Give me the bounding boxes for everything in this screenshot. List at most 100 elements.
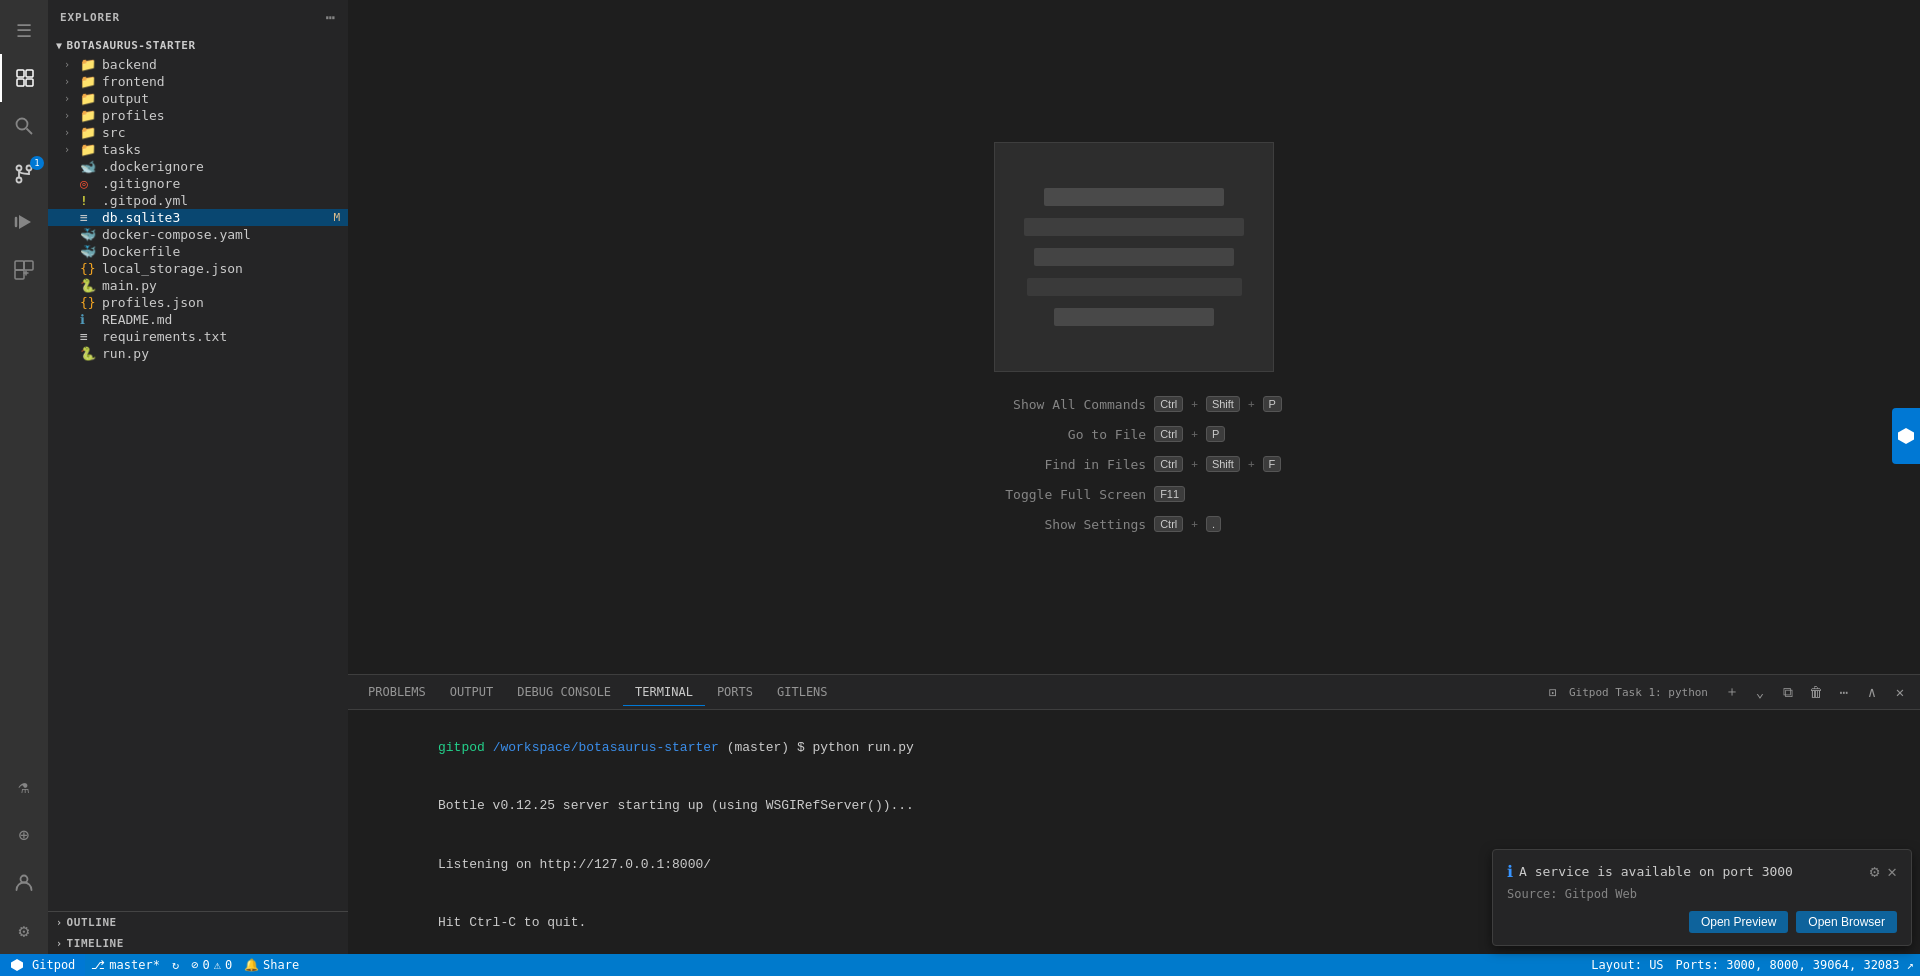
kbd-ctrl-1: Ctrl (1154, 396, 1183, 412)
kbd-shift-2: Shift (1206, 456, 1240, 472)
tab-ports[interactable]: PORTS (705, 679, 765, 706)
git-branch-icon: ⎇ (91, 958, 105, 972)
file-requirements[interactable]: › ≡ requirements.txt (48, 328, 348, 345)
remote-icon[interactable]: ⊕ (0, 810, 48, 858)
editor-area: Show All Commands Ctrl + Shift + P Go to… (348, 0, 1920, 954)
share-icon: 🔔 (244, 958, 259, 972)
sidebar-section-outline[interactable]: › OUTLINE (48, 912, 348, 933)
status-sync[interactable]: ↻ (166, 954, 185, 976)
command-show-settings: Show Settings Ctrl + . (986, 516, 1221, 532)
folder-profiles[interactable]: › 📁 profiles (48, 107, 348, 124)
sidebar-section-timeline[interactable]: › TIMELINE (48, 933, 348, 954)
toggle-fullscreen-label: Toggle Full Screen (986, 487, 1146, 502)
extensions-icon[interactable] (0, 246, 48, 294)
svg-rect-1 (26, 70, 33, 77)
explorer-icon[interactable] (0, 54, 48, 102)
tab-problems[interactable]: PROBLEMS (356, 679, 438, 706)
terminal-split-icon: ⊡ (1549, 685, 1557, 700)
show-settings-label: Show Settings (986, 517, 1146, 532)
svg-rect-2 (17, 79, 24, 86)
command-go-to-file: Go to File Ctrl + P (986, 426, 1225, 442)
command-show-all: Show All Commands Ctrl + Shift + P (986, 396, 1282, 412)
notification-settings-icon[interactable]: ⚙ (1870, 862, 1880, 881)
svg-rect-12 (24, 261, 33, 270)
command-toggle-fullscreen: Toggle Full Screen F11 (986, 486, 1185, 502)
notification-close-btn[interactable]: ✕ (1887, 862, 1897, 881)
kbd-f: F (1263, 456, 1282, 472)
status-ports[interactable]: Ports: 3000, 8000, 39064, 32083 ↗ (1670, 954, 1920, 976)
terminal-dropdown-btn[interactable]: ⌄ (1748, 680, 1772, 704)
kbd-dot: . (1206, 516, 1221, 532)
kbd-f11: F11 (1154, 486, 1185, 502)
file-dockerfile[interactable]: › 🐳 Dockerfile (48, 243, 348, 260)
status-share[interactable]: 🔔 Share (238, 954, 305, 976)
open-preview-btn[interactable]: Open Preview (1689, 911, 1788, 933)
status-ports-label: Ports: 3000, 8000, 39064, 32083 ↗ (1676, 958, 1914, 972)
welcome-image (994, 142, 1274, 372)
svg-marker-17 (1898, 428, 1914, 444)
svg-rect-3 (26, 79, 33, 86)
terminal-line-prompt: gitpod /workspace/botasaurus-starter (ma… (360, 718, 1908, 777)
status-git-branch[interactable]: ⎇ master* (85, 954, 166, 976)
tab-terminal[interactable]: TERMINAL (623, 679, 705, 706)
info-icon: ℹ (1507, 862, 1513, 881)
tab-gitlens[interactable]: GITLENS (765, 679, 840, 706)
run-debug-icon[interactable] (0, 198, 48, 246)
file-gitignore[interactable]: › ◎ .gitignore (48, 175, 348, 192)
file-local-storage-json[interactable]: › {} local_storage.json (48, 260, 348, 277)
gitpod-side-badge[interactable] (1892, 408, 1920, 464)
split-terminal-btn[interactable]: ⧉ (1776, 680, 1800, 704)
file-main-py[interactable]: › 🐍 main.py (48, 277, 348, 294)
activity-bar: ☰ 1 (0, 0, 48, 954)
sync-icon: ↻ (172, 958, 179, 972)
source-control-icon[interactable]: 1 (0, 150, 48, 198)
account-icon[interactable] (0, 858, 48, 906)
folder-backend[interactable]: › 📁 backend (48, 56, 348, 73)
kbd-shift-1: Shift (1206, 396, 1240, 412)
more-actions-btn[interactable]: ⋯ (1832, 680, 1856, 704)
sidebar-bottom: › OUTLINE › TIMELINE (48, 911, 348, 954)
file-run-py[interactable]: › 🐍 run.py (48, 345, 348, 362)
kbd-p-1: P (1263, 396, 1282, 412)
maximize-panel-btn[interactable]: ∧ (1860, 680, 1884, 704)
menu-icon[interactable]: ☰ (0, 6, 48, 54)
svg-marker-16 (11, 959, 23, 971)
kbd-ctrl-4: Ctrl (1154, 516, 1183, 532)
svg-point-4 (17, 119, 28, 130)
editor-content: Show All Commands Ctrl + Shift + P Go to… (348, 0, 1920, 674)
settings-icon[interactable]: ⚙ (0, 906, 48, 954)
folder-src[interactable]: › 📁 src (48, 124, 348, 141)
status-errors[interactable]: ⊘ 0 ⚠ 0 (185, 954, 238, 976)
svg-marker-9 (19, 215, 31, 229)
find-in-files-label: Find in Files (986, 457, 1146, 472)
project-root[interactable]: ▼ BOTASAURUS-STARTER (48, 35, 348, 56)
new-file-icon[interactable]: ⋯ (325, 8, 336, 27)
notification-title-text: A service is available on port 3000 (1519, 864, 1793, 879)
sidebar-title: EXPLORER (60, 11, 120, 24)
tab-debug-console[interactable]: DEBUG CONSOLE (505, 679, 623, 706)
search-icon[interactable] (0, 102, 48, 150)
sidebar: EXPLORER ⋯ ▼ BOTASAURUS-STARTER › 📁 back… (48, 0, 348, 954)
file-readme[interactable]: › ℹ README.md (48, 311, 348, 328)
close-panel-btn[interactable]: ✕ (1888, 680, 1912, 704)
file-profiles-json[interactable]: › {} profiles.json (48, 294, 348, 311)
status-branch-label: master* (109, 958, 160, 972)
folder-frontend[interactable]: › 📁 frontend (48, 73, 348, 90)
tab-output[interactable]: OUTPUT (438, 679, 505, 706)
status-gitpod[interactable]: Gitpod (0, 954, 85, 976)
file-db-sqlite3[interactable]: › ≡ db.sqlite3 M (48, 209, 348, 226)
folder-tasks[interactable]: › 📁 tasks (48, 141, 348, 158)
panel-tabs: PROBLEMS OUTPUT DEBUG CONSOLE TERMINAL P… (348, 675, 1920, 710)
open-browser-btn[interactable]: Open Browser (1796, 911, 1897, 933)
status-layout-label: Layout: US (1591, 958, 1663, 972)
folder-output[interactable]: › 📁 output (48, 90, 348, 107)
kbd-ctrl-3: Ctrl (1154, 456, 1183, 472)
flask-icon[interactable]: ⚗ (0, 762, 48, 810)
notification-buttons: Open Preview Open Browser (1507, 911, 1897, 933)
file-gitpod-yml[interactable]: › ! .gitpod.yml (48, 192, 348, 209)
file-docker-compose[interactable]: › 🐳 docker-compose.yaml (48, 226, 348, 243)
status-layout[interactable]: Layout: US (1585, 954, 1669, 976)
kill-terminal-btn[interactable]: 🗑 (1804, 680, 1828, 704)
file-dockerignore[interactable]: › 🐋 .dockerignore (48, 158, 348, 175)
add-terminal-btn[interactable]: ＋ (1720, 680, 1744, 704)
